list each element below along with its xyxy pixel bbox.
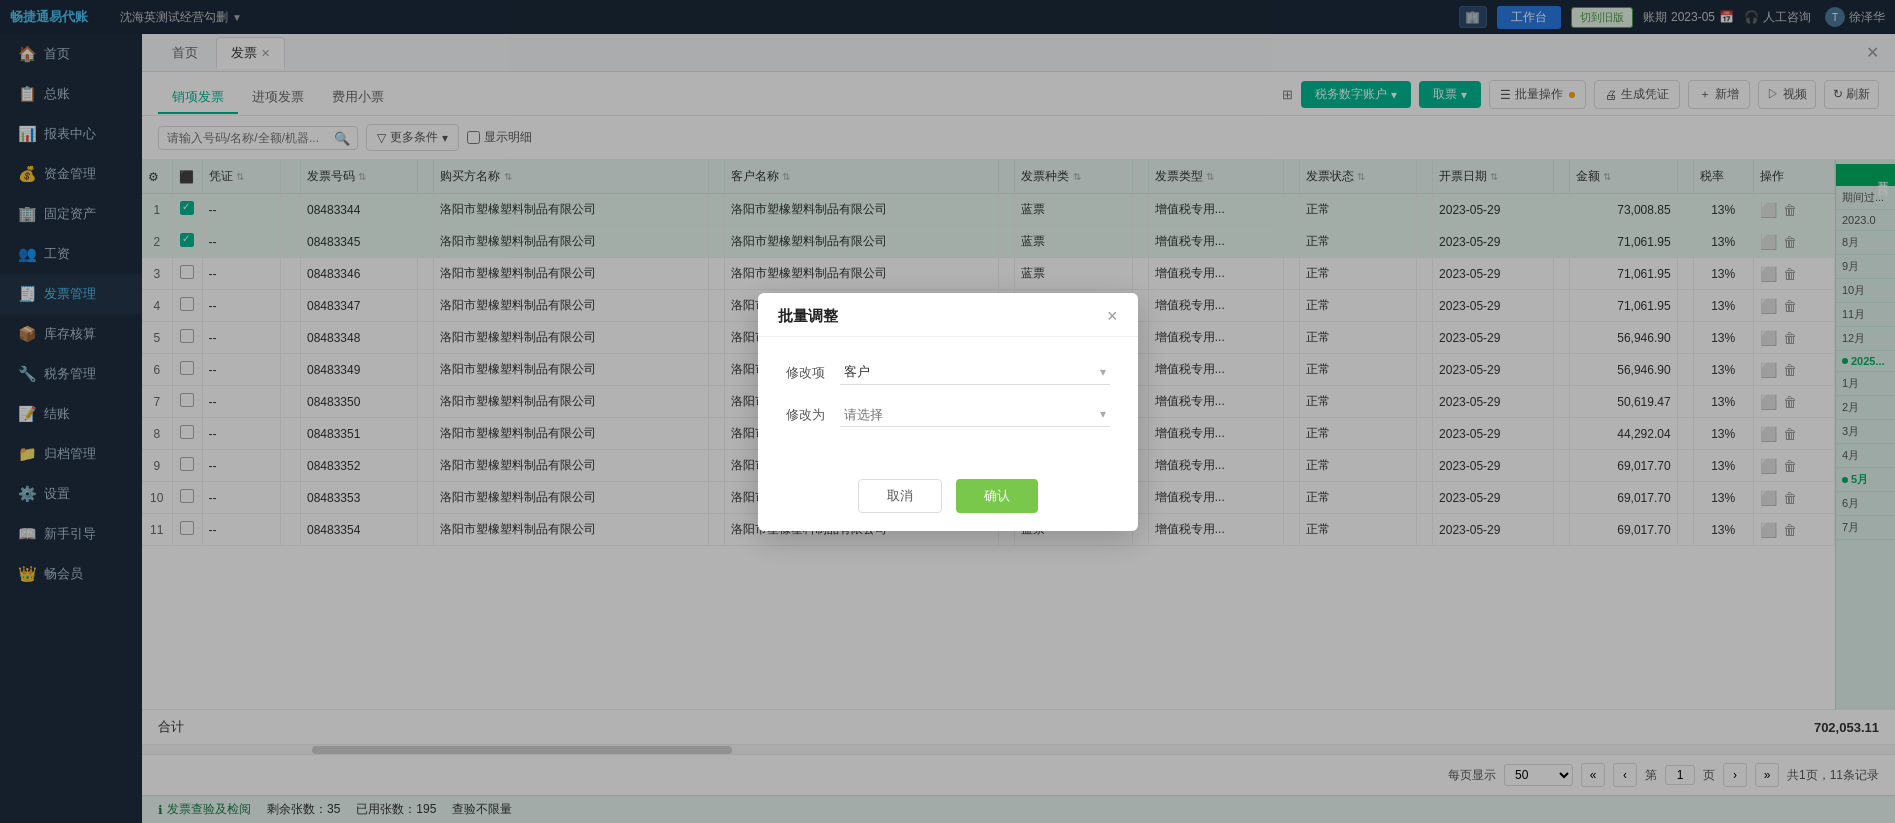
value-chevron-down-icon: ▾: [1100, 407, 1106, 421]
batch-adjust-modal: 批量调整 × 修改项 ▾ 修改为 ▾ 取消 确认: [758, 293, 1138, 531]
modal-value-select-input[interactable]: [840, 403, 1110, 426]
modal-cancel-btn[interactable]: 取消: [858, 479, 942, 513]
modal-confirm-btn[interactable]: 确认: [956, 479, 1038, 513]
modal-value-label: 修改为: [786, 406, 830, 424]
modal-overlay[interactable]: 批量调整 × 修改项 ▾ 修改为 ▾ 取消 确认: [0, 0, 1895, 823]
modal-value-select-wrap[interactable]: ▾: [840, 403, 1110, 427]
modal-header: 批量调整 ×: [758, 293, 1138, 337]
modal-footer: 取消 确认: [758, 469, 1138, 531]
modal-close-btn[interactable]: ×: [1107, 307, 1118, 325]
modal-field-select-wrap[interactable]: ▾: [840, 361, 1110, 385]
modal-field-label: 修改项: [786, 364, 830, 382]
modal-field-select-input[interactable]: [840, 361, 1110, 384]
modal-title: 批量调整: [778, 307, 838, 326]
modal-body: 修改项 ▾ 修改为 ▾: [758, 337, 1138, 469]
modal-value-row: 修改为 ▾: [786, 403, 1110, 427]
field-chevron-down-icon: ▾: [1100, 365, 1106, 379]
modal-field-row: 修改项 ▾: [786, 361, 1110, 385]
